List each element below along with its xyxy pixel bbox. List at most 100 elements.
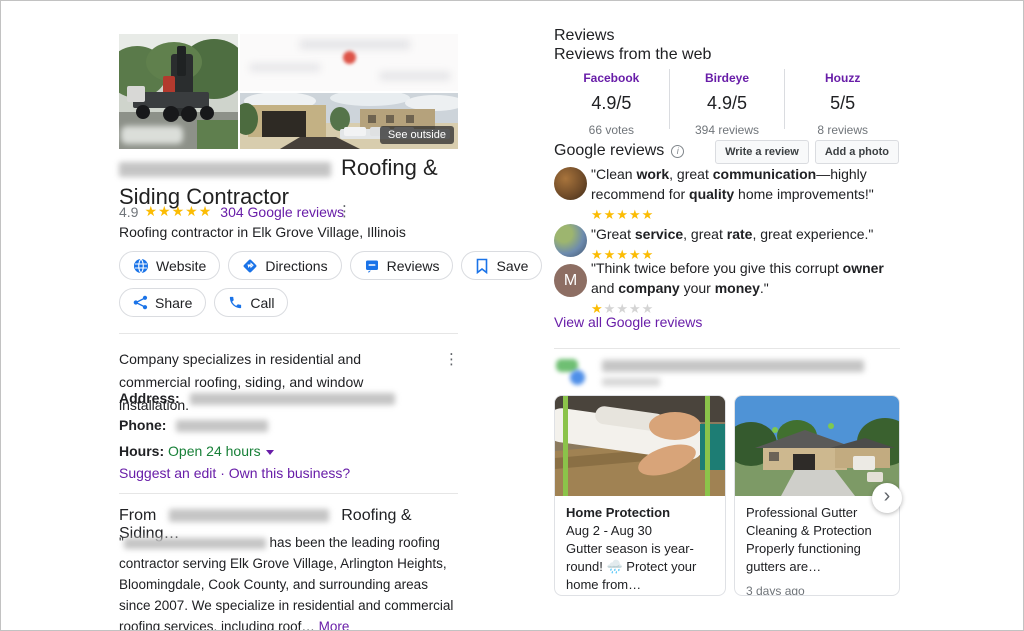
from-body: " has been the leading roofing contracto… (119, 532, 458, 631)
source-facebook: Facebook 4.9/5 66 votes (554, 69, 669, 137)
houzz-score: 5/5 (830, 93, 856, 113)
map-pin-icon (343, 51, 356, 64)
edit-links-row: Suggest an edit · Own this business? (119, 465, 350, 481)
facebook-count: 66 votes (588, 123, 635, 137)
view-all-reviews-link[interactable]: View all Google reviews (554, 314, 702, 330)
reviews-button[interactable]: Reviews (349, 251, 454, 280)
business-photo-truck[interactable] (119, 34, 238, 149)
hours-value[interactable]: Open 24 hours (168, 443, 261, 459)
dot-separator: · (220, 465, 225, 481)
save-button[interactable]: Save (461, 251, 543, 280)
redacted-phone (176, 420, 269, 433)
business-photos: See outside (119, 34, 458, 149)
post-date-range: Aug 2 - Aug 30 (566, 523, 653, 538)
info-icon[interactable] (671, 144, 685, 158)
google-business-panel: See outside Roofing & Siding Contractor … (0, 0, 1024, 631)
section-divider (119, 493, 458, 494)
hours-row: Hours: Open 24 hours (119, 443, 274, 459)
add-photo-button[interactable]: Add a photo (814, 140, 899, 164)
rating-stars: ★★★★★ (144, 203, 213, 219)
birdeye-link[interactable]: Birdeye (670, 71, 785, 85)
post-card[interactable]: Home Protection Aug 2 - Aug 30 Gutter se… (554, 395, 726, 596)
chevron-down-icon[interactable] (265, 449, 274, 455)
review-text: "Think twice before you give this corrup… (591, 260, 884, 296)
more-link[interactable]: More (319, 619, 350, 630)
review-item[interactable]: M "Think twice before you give this corr… (554, 258, 900, 318)
source-birdeye: Birdeye 4.9/5 394 reviews (668, 69, 785, 137)
share-button[interactable]: Share (119, 288, 207, 317)
redacted-author-meta (602, 378, 660, 386)
phone-row: Phone: (119, 417, 269, 433)
review-text: "Great service, great rate, great experi… (591, 226, 874, 242)
redacted-author-name (602, 360, 864, 372)
map-road (380, 72, 450, 80)
google-reviews-heading: Google reviews (554, 142, 665, 159)
redacted-business-name (168, 509, 329, 523)
carousel-next-button[interactable] (872, 483, 902, 513)
houzz-count: 8 reviews (817, 123, 869, 137)
directions-button[interactable]: Directions (228, 251, 342, 280)
post-title: Home Protection (566, 505, 671, 520)
share-icon (133, 295, 148, 310)
phone-icon (230, 296, 242, 309)
description-options-icon[interactable]: ⋮ (444, 352, 459, 367)
phone-label: Phone: (119, 417, 167, 433)
post-age: 3 days ago (746, 584, 805, 596)
address-row: Address: (119, 390, 395, 406)
business-logo-icon (570, 370, 585, 385)
review-text: "Clean work, great communication—highly … (591, 166, 874, 202)
reviewer-avatar (554, 167, 587, 200)
truck-photo-image (119, 34, 238, 149)
directions-label: Directions (265, 257, 328, 274)
birdeye-score: 4.9/5 (706, 93, 748, 113)
reviewer-avatar: M (554, 264, 587, 297)
reviews-heading: Reviews (554, 27, 615, 44)
globe-icon (134, 258, 148, 273)
more-options-icon[interactable]: ⋮ (337, 204, 352, 219)
map-thumbnail[interactable] (240, 34, 458, 91)
post-image-gutter (555, 396, 725, 496)
review-stars: ★★★★★ (591, 207, 655, 222)
action-buttons-row-2: Share Call (119, 288, 289, 317)
call-button[interactable]: Call (214, 288, 289, 317)
review-sources: Facebook 4.9/5 66 votes Birdeye 4.9/5 39… (554, 69, 900, 137)
birdeye-count: 394 reviews (694, 123, 760, 137)
suggest-edit-link[interactable]: Suggest an edit (119, 465, 216, 481)
facebook-score: 4.9/5 (591, 93, 632, 113)
from-prefix: From (119, 507, 157, 524)
post-image-house (735, 396, 899, 496)
redacted-business-name (119, 161, 331, 177)
action-buttons-row-1: Website Directions Reviews Save (119, 251, 543, 280)
from-body-text: has been the leading roofing contractor … (119, 535, 454, 631)
facebook-link[interactable]: Facebook (554, 71, 669, 85)
reviewer-avatar (554, 224, 587, 257)
map-road (250, 64, 320, 71)
map-and-streetview: See outside (240, 34, 458, 149)
redacted-business-name (123, 537, 266, 549)
business-category: Roofing contractor in Elk Grove Village,… (119, 224, 406, 240)
bookmark-icon (477, 258, 488, 274)
google-reviews-link[interactable]: 304 Google reviews (220, 204, 344, 220)
google-reviews-actions: Write a review Add a photo (715, 140, 899, 164)
source-houzz: Houzz 5/5 8 reviews (784, 69, 900, 137)
post-text: Gutter season is year-round! 🌧️ Protect … (566, 541, 697, 592)
own-business-link[interactable]: Own this business? (229, 465, 350, 481)
directions-icon (243, 259, 257, 272)
rating-row: 4.9 ★★★★★ 304 Google reviews ⋮ (119, 203, 459, 220)
houzz-link[interactable]: Houzz (785, 71, 900, 85)
write-review-button[interactable]: Write a review (715, 140, 809, 164)
website-button[interactable]: Website (119, 251, 221, 280)
streetview-thumbnail[interactable]: See outside (240, 93, 458, 149)
share-label: Share (155, 294, 193, 311)
post-card-body: Home Protection Aug 2 - Aug 30 Gutter se… (555, 496, 725, 595)
review-item[interactable]: "Clean work, great communication—highly … (554, 164, 900, 224)
see-outside-label[interactable]: See outside (379, 126, 454, 144)
google-reviews-heading-row: Google reviews (554, 142, 685, 160)
section-divider (119, 333, 458, 334)
post-text: Professional Gutter Cleaning & Protectio… (746, 505, 872, 574)
website-label: Website (156, 257, 207, 274)
section-divider (554, 348, 900, 349)
reviews-icon (365, 260, 378, 273)
map-road (300, 40, 410, 49)
post-author-row (554, 357, 900, 391)
